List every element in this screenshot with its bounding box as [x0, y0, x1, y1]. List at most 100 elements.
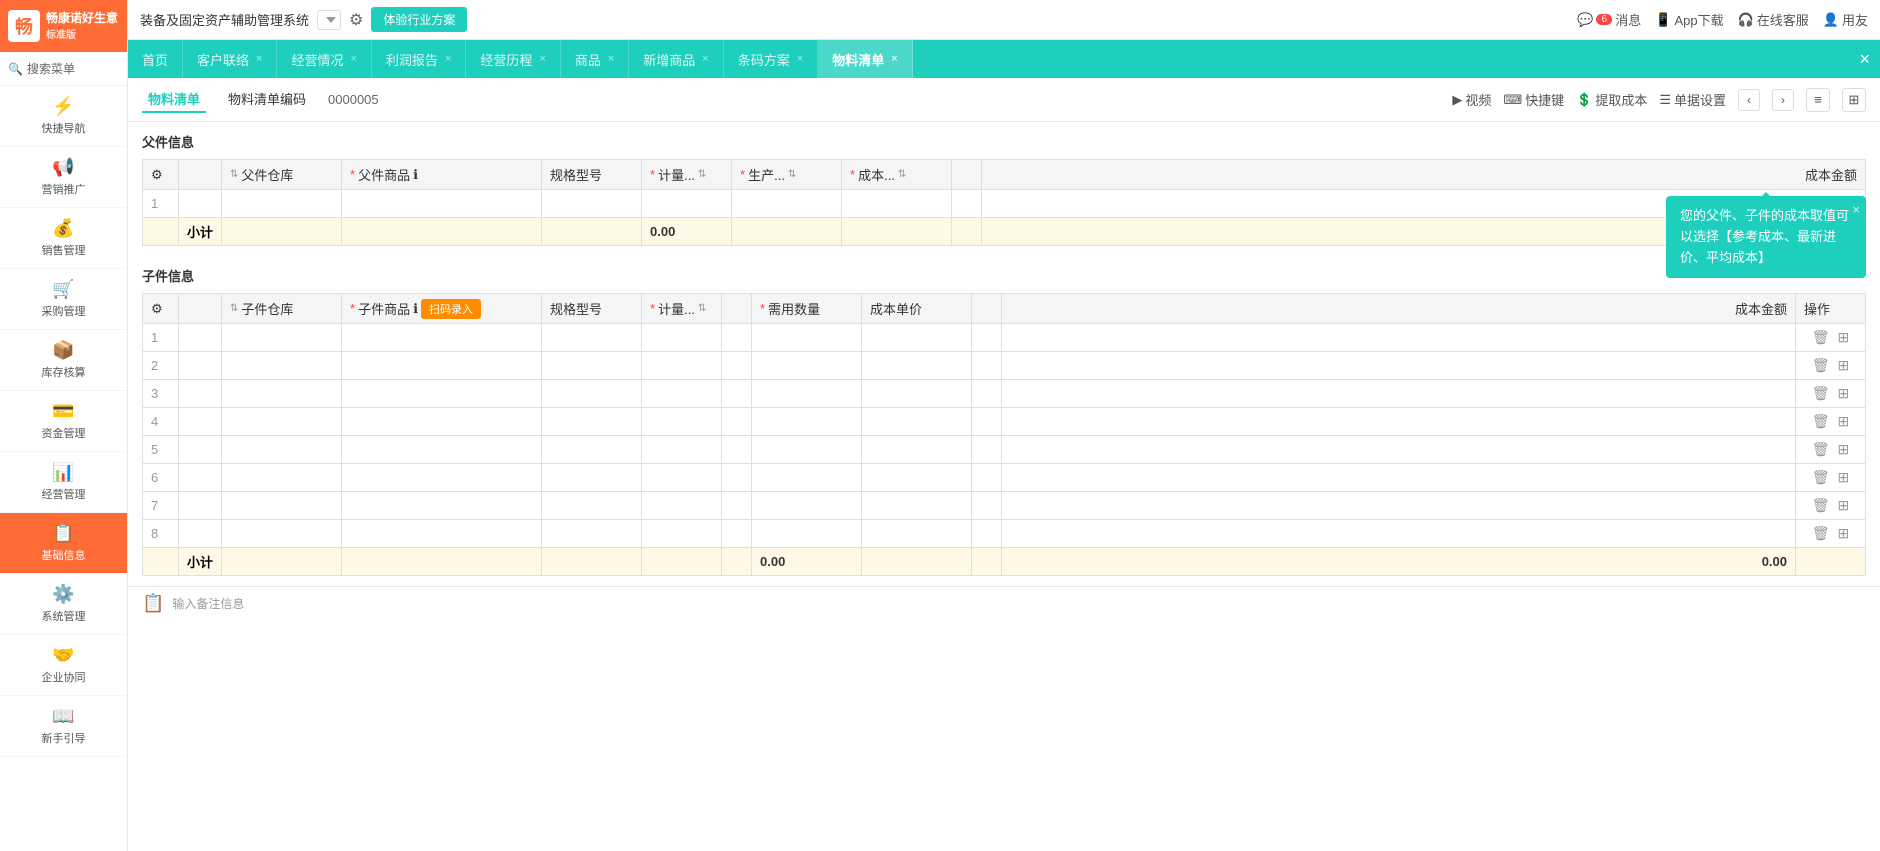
single-settings-action[interactable]: ☰ 单据设置: [1659, 90, 1726, 109]
sidebar-item-marketing[interactable]: 📢 营销推广: [0, 147, 127, 208]
child-row-warehouse[interactable]: [222, 436, 342, 464]
copy-row-btn[interactable]: ⊞: [1836, 384, 1852, 403]
view-action[interactable]: ▶ 视频: [1452, 90, 1491, 109]
child-col-warehouse[interactable]: ⇅ 子件仓库: [222, 294, 342, 324]
parent-row-1-product[interactable]: [342, 190, 542, 218]
child-row-unitcost[interactable]: [862, 352, 972, 380]
parent-row-1-warehouse[interactable]: [222, 190, 342, 218]
gear-icon[interactable]: ⚙: [349, 10, 363, 30]
layout-btn[interactable]: ≡: [1806, 88, 1830, 112]
sidebar-item-inventory[interactable]: 📦 库存核算: [0, 330, 127, 391]
child-sort-2[interactable]: ⇅: [698, 303, 706, 314]
child-row-product[interactable]: [342, 520, 542, 548]
child-row-unitcost[interactable]: [862, 492, 972, 520]
tab-history-close[interactable]: ×: [539, 53, 545, 65]
sub-tab-bom-code[interactable]: 物料清单编码: [222, 86, 312, 113]
child-row-qty[interactable]: [752, 464, 862, 492]
child-row-warehouse[interactable]: [222, 380, 342, 408]
child-row-spec[interactable]: [542, 520, 642, 548]
child-row-spec[interactable]: [542, 380, 642, 408]
delete-row-btn[interactable]: 🗑: [1810, 440, 1832, 459]
child-row-spec[interactable]: [542, 464, 642, 492]
delete-row-btn[interactable]: 🗑: [1810, 328, 1832, 347]
child-row-qty[interactable]: [752, 408, 862, 436]
nav-prev-btn[interactable]: ‹: [1738, 89, 1760, 111]
child-col-product[interactable]: * 子件商品 ℹ 扫码录入: [342, 294, 542, 324]
shortcut-action[interactable]: ⌨ 快捷键: [1503, 90, 1564, 109]
child-row-spec[interactable]: [542, 324, 642, 352]
sidebar-item-enterprise[interactable]: 🤝 企业协同: [0, 635, 127, 696]
child-row-unit[interactable]: [642, 464, 722, 492]
sidebar-item-basic-info[interactable]: 📋 基础信息: [0, 513, 127, 574]
child-row-qty[interactable]: [752, 352, 862, 380]
tooltip-close-btn[interactable]: ×: [1852, 200, 1860, 221]
parent-row-1-unit[interactable]: [642, 190, 732, 218]
copy-row-btn[interactable]: ⊞: [1836, 496, 1852, 515]
message-item[interactable]: 💬 6 消息: [1577, 10, 1641, 29]
child-row-spec[interactable]: [542, 352, 642, 380]
child-row-warehouse[interactable]: [222, 520, 342, 548]
parent-row-1-spec[interactable]: [542, 190, 642, 218]
child-col-qty[interactable]: * 需用数量: [752, 294, 862, 324]
child-row-spec[interactable]: [542, 492, 642, 520]
parent-col-settings[interactable]: ⚙: [143, 160, 179, 190]
child-row-unit[interactable]: [642, 380, 722, 408]
sort-icon[interactable]: ⇅: [230, 169, 238, 180]
sidebar-item-quick-nav[interactable]: ⚡ 快捷导航: [0, 86, 127, 147]
child-row-unitcost[interactable]: [862, 464, 972, 492]
tab-product[interactable]: 商品 ×: [561, 40, 629, 78]
tab-customer-close[interactable]: ×: [256, 53, 262, 65]
parent-row-1-prod[interactable]: [732, 190, 842, 218]
user-item[interactable]: 👤 用友: [1823, 10, 1868, 29]
close-all-tabs[interactable]: ×: [1849, 49, 1880, 70]
child-row-spec[interactable]: [542, 408, 642, 436]
sub-tab-bom[interactable]: 物料清单: [142, 86, 206, 113]
tab-customer[interactable]: 客户联络 ×: [183, 40, 277, 78]
sidebar-item-finance[interactable]: 💳 资金管理: [0, 391, 127, 452]
sort-icon-4[interactable]: ⇅: [898, 169, 906, 180]
copy-row-btn[interactable]: ⊞: [1836, 328, 1852, 347]
child-col-settings[interactable]: ⚙: [143, 294, 179, 324]
child-row-unitcost[interactable]: [862, 520, 972, 548]
parent-col-prod[interactable]: * 生产... ⇅: [732, 160, 842, 190]
copy-row-btn[interactable]: ⊞: [1836, 440, 1852, 459]
tab-operation[interactable]: 经营情况 ×: [277, 40, 371, 78]
child-row-unit[interactable]: [642, 520, 722, 548]
child-col-unit[interactable]: * 计量... ⇅: [642, 294, 722, 324]
copy-row-btn[interactable]: ⊞: [1836, 524, 1852, 543]
delete-row-btn[interactable]: 🗑: [1810, 496, 1832, 515]
tab-history[interactable]: 经营历程 ×: [466, 40, 560, 78]
child-row-unit[interactable]: [642, 408, 722, 436]
child-row-warehouse[interactable]: [222, 324, 342, 352]
tab-new-product-close[interactable]: ×: [702, 53, 708, 65]
sidebar-item-system[interactable]: ⚙️ 系统管理: [0, 574, 127, 635]
child-row-qty[interactable]: [752, 380, 862, 408]
tab-barcode-close[interactable]: ×: [797, 53, 803, 65]
tab-home[interactable]: 首页: [128, 40, 183, 78]
copy-row-btn[interactable]: ⊞: [1836, 356, 1852, 375]
tab-product-close[interactable]: ×: [608, 53, 614, 65]
child-row-unitcost[interactable]: [862, 436, 972, 464]
child-row-product[interactable]: [342, 436, 542, 464]
child-row-product[interactable]: [342, 408, 542, 436]
child-row-product[interactable]: [342, 324, 542, 352]
sidebar-item-sales[interactable]: 💰 销售管理: [0, 208, 127, 269]
child-row-spec[interactable]: [542, 436, 642, 464]
delete-row-btn[interactable]: 🗑: [1810, 384, 1832, 403]
child-row-warehouse[interactable]: [222, 492, 342, 520]
child-sort-1[interactable]: ⇅: [230, 303, 238, 314]
tab-profit-close[interactable]: ×: [445, 53, 451, 65]
copy-row-btn[interactable]: ⊞: [1836, 468, 1852, 487]
parent-col-cost[interactable]: * 成本... ⇅: [842, 160, 952, 190]
child-row-warehouse[interactable]: [222, 352, 342, 380]
nav-next-btn[interactable]: ›: [1772, 89, 1794, 111]
online-service-item[interactable]: 🎧 在线客服: [1738, 10, 1809, 29]
child-row-product[interactable]: [342, 380, 542, 408]
sidebar-item-guide[interactable]: 📖 新手引导: [0, 696, 127, 757]
sidebar-item-management[interactable]: 📊 经营管理: [0, 452, 127, 513]
child-row-product[interactable]: [342, 464, 542, 492]
scan-button[interactable]: 扫码录入: [421, 299, 481, 319]
expand-btn[interactable]: ⊞: [1842, 88, 1866, 112]
parent-col-unit[interactable]: * 计量... ⇅: [642, 160, 732, 190]
child-row-unitcost[interactable]: [862, 380, 972, 408]
